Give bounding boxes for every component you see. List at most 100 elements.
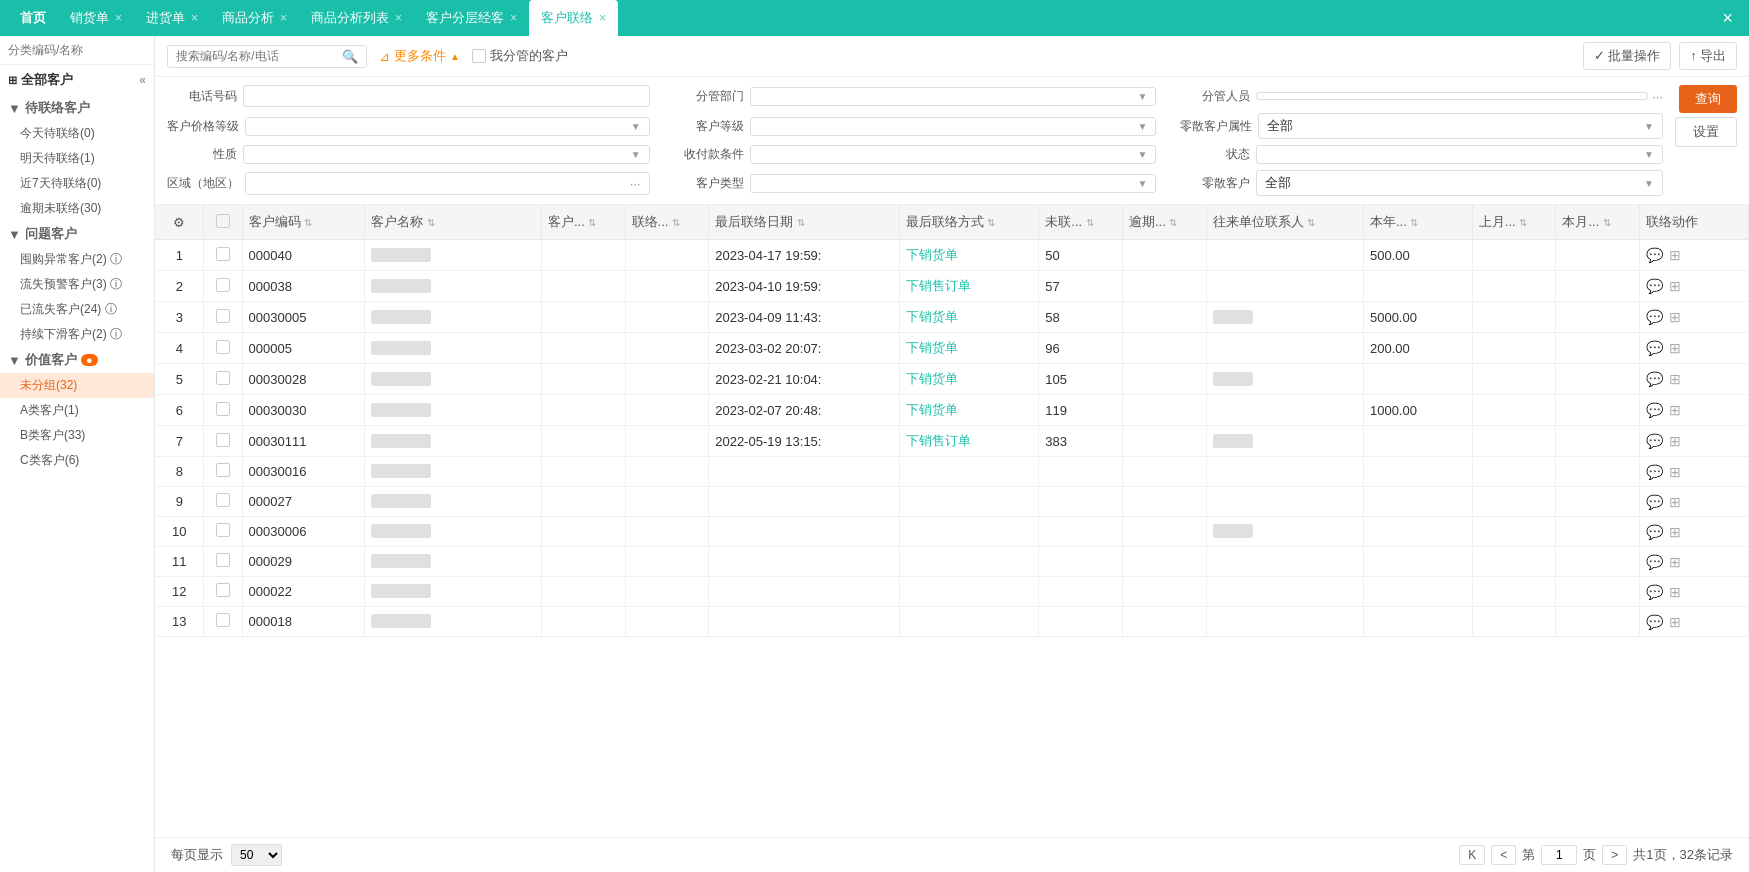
th-unlinkdays[interactable]: 未联... ⇅ bbox=[1039, 205, 1123, 240]
message-icon[interactable]: 💬 bbox=[1646, 554, 1663, 570]
sidebar-item-tomorrow[interactable]: 明天待联络(1) bbox=[0, 146, 154, 171]
close-customer-segment-icon[interactable]: × bbox=[510, 11, 517, 25]
row-checkbox[interactable] bbox=[216, 340, 230, 354]
th-thismonth[interactable]: 本月... ⇅ bbox=[1556, 205, 1640, 240]
apps-icon[interactable]: ⊞ bbox=[1669, 340, 1681, 356]
filter-person-dots[interactable]: ··· bbox=[1652, 89, 1663, 104]
th-overdue[interactable]: 逾期... ⇅ bbox=[1122, 205, 1206, 240]
sidebar-item-7days[interactable]: 近7天待联络(0) bbox=[0, 171, 154, 196]
row-lastway[interactable]: 下销售订单 bbox=[899, 271, 1039, 302]
first-page-button[interactable]: K bbox=[1459, 845, 1485, 865]
apps-icon[interactable]: ⊞ bbox=[1669, 433, 1681, 449]
lastway-link[interactable]: 下销货单 bbox=[906, 309, 958, 324]
filter-status-select[interactable]: ▼ bbox=[1256, 145, 1663, 164]
row-lastway[interactable]: 下销货单 bbox=[899, 302, 1039, 333]
batch-ops-button[interactable]: ✓ 批量操作 bbox=[1583, 42, 1671, 70]
row-checkbox[interactable] bbox=[216, 463, 230, 477]
message-icon[interactable]: 💬 bbox=[1646, 371, 1663, 387]
filter-region-dots[interactable]: ··· bbox=[630, 176, 641, 191]
tab-customer-segment[interactable]: 客户分层经客 × bbox=[414, 0, 529, 36]
apps-icon[interactable]: ⊞ bbox=[1669, 464, 1681, 480]
row-check[interactable] bbox=[204, 517, 242, 547]
row-check[interactable] bbox=[204, 240, 242, 271]
my-customers-check-icon[interactable] bbox=[472, 49, 486, 63]
row-check[interactable] bbox=[204, 577, 242, 607]
row-check[interactable] bbox=[204, 364, 242, 395]
lastway-link[interactable]: 下销货单 bbox=[906, 247, 958, 262]
sidebar-section-value[interactable]: ▼ 价值客户 ● bbox=[0, 347, 154, 373]
row-checkbox[interactable] bbox=[216, 613, 230, 627]
filter-phone-input[interactable] bbox=[243, 85, 650, 107]
close-purchase-icon[interactable]: × bbox=[191, 11, 198, 25]
row-checkbox[interactable] bbox=[216, 583, 230, 597]
page-input[interactable] bbox=[1541, 845, 1577, 865]
filter-region-select[interactable]: ··· bbox=[245, 172, 650, 195]
sidebar-item-lost[interactable]: 已流失客户(24) ⓘ bbox=[0, 297, 154, 322]
filter-person-select[interactable] bbox=[1256, 92, 1648, 100]
search-input[interactable] bbox=[176, 49, 336, 63]
th-check[interactable] bbox=[204, 205, 242, 240]
apps-icon[interactable]: ⊞ bbox=[1669, 309, 1681, 325]
th-settings[interactable]: ⚙ bbox=[155, 205, 204, 240]
tab-goods-analysis[interactable]: 商品分析 × bbox=[210, 0, 299, 36]
row-checkbox[interactable] bbox=[216, 493, 230, 507]
row-check[interactable] bbox=[204, 547, 242, 577]
th-partner[interactable]: 往来单位联系人 ⇅ bbox=[1206, 205, 1363, 240]
window-close-icon[interactable]: × bbox=[1714, 8, 1741, 29]
lastway-link[interactable]: 下销售订单 bbox=[906, 278, 971, 293]
filter-scatter-attr-select[interactable]: 全部 ▼ bbox=[1258, 113, 1663, 139]
sidebar-item-declining[interactable]: 持续下滑客户(2) ⓘ bbox=[0, 322, 154, 347]
message-icon[interactable]: 💬 bbox=[1646, 309, 1663, 325]
lastway-link[interactable]: 下销货单 bbox=[906, 402, 958, 417]
close-customer-contact-icon[interactable]: × bbox=[599, 11, 606, 25]
th-lastmonth[interactable]: 上月... ⇅ bbox=[1472, 205, 1556, 240]
sidebar-item-loss-warning[interactable]: 流失预警客户(3) ⓘ bbox=[0, 272, 154, 297]
close-sale-icon[interactable]: × bbox=[115, 11, 122, 25]
th-code[interactable]: 客户编码 ⇅ bbox=[242, 205, 364, 240]
message-icon[interactable]: 💬 bbox=[1646, 340, 1663, 356]
tab-purchase[interactable]: 进货单 × bbox=[134, 0, 210, 36]
my-customers-checkbox[interactable]: 我分管的客户 bbox=[472, 47, 568, 65]
apps-icon[interactable]: ⊞ bbox=[1669, 247, 1681, 263]
row-check[interactable] bbox=[204, 395, 242, 426]
tab-home[interactable]: 首页 bbox=[8, 0, 58, 36]
message-icon[interactable]: 💬 bbox=[1646, 402, 1663, 418]
message-icon[interactable]: 💬 bbox=[1646, 584, 1663, 600]
row-checkbox[interactable] bbox=[216, 309, 230, 323]
apps-icon[interactable]: ⊞ bbox=[1669, 524, 1681, 540]
row-check[interactable] bbox=[204, 457, 242, 487]
search-box[interactable]: 🔍 bbox=[167, 45, 367, 68]
row-checkbox[interactable] bbox=[216, 523, 230, 537]
row-checkbox[interactable] bbox=[216, 433, 230, 447]
reset-button[interactable]: 设置 bbox=[1675, 117, 1737, 147]
message-icon[interactable]: 💬 bbox=[1646, 433, 1663, 449]
row-checkbox[interactable] bbox=[216, 371, 230, 385]
sidebar-item-hoarding-abnormal[interactable]: 囤购异常客户(2) ⓘ bbox=[0, 247, 154, 272]
per-page-select[interactable]: 50 100 200 bbox=[231, 844, 282, 866]
sidebar-search-input[interactable] bbox=[8, 43, 155, 57]
row-check[interactable] bbox=[204, 333, 242, 364]
filter-scatter-select[interactable]: 全部 ▼ bbox=[1256, 170, 1663, 196]
filter-payment-select[interactable]: ▼ bbox=[750, 145, 1157, 164]
row-lastway[interactable]: 下销货单 bbox=[899, 240, 1039, 271]
apps-icon[interactable]: ⊞ bbox=[1669, 402, 1681, 418]
row-check[interactable] bbox=[204, 607, 242, 637]
message-icon[interactable]: 💬 bbox=[1646, 278, 1663, 294]
prev-page-button[interactable]: < bbox=[1491, 845, 1516, 865]
sidebar-all-customers[interactable]: ⊞ 全部客户 « bbox=[0, 65, 154, 95]
apps-icon[interactable]: ⊞ bbox=[1669, 494, 1681, 510]
lastway-link[interactable]: 下销售订单 bbox=[906, 433, 971, 448]
message-icon[interactable]: 💬 bbox=[1646, 464, 1663, 480]
row-check[interactable] bbox=[204, 426, 242, 457]
row-checkbox[interactable] bbox=[216, 553, 230, 567]
query-button[interactable]: 查询 bbox=[1679, 85, 1737, 113]
message-icon[interactable]: 💬 bbox=[1646, 524, 1663, 540]
row-check[interactable] bbox=[204, 271, 242, 302]
search-icon[interactable]: 🔍 bbox=[342, 49, 358, 64]
close-goods-analysis-list-icon[interactable]: × bbox=[395, 11, 402, 25]
sidebar-item-overdue[interactable]: 逾期未联络(30) bbox=[0, 196, 154, 221]
th-name[interactable]: 客户名称 ⇅ bbox=[365, 205, 542, 240]
message-icon[interactable]: 💬 bbox=[1646, 247, 1663, 263]
header-checkbox[interactable] bbox=[216, 214, 230, 228]
sidebar-item-today[interactable]: 今天待联络(0) bbox=[0, 121, 154, 146]
